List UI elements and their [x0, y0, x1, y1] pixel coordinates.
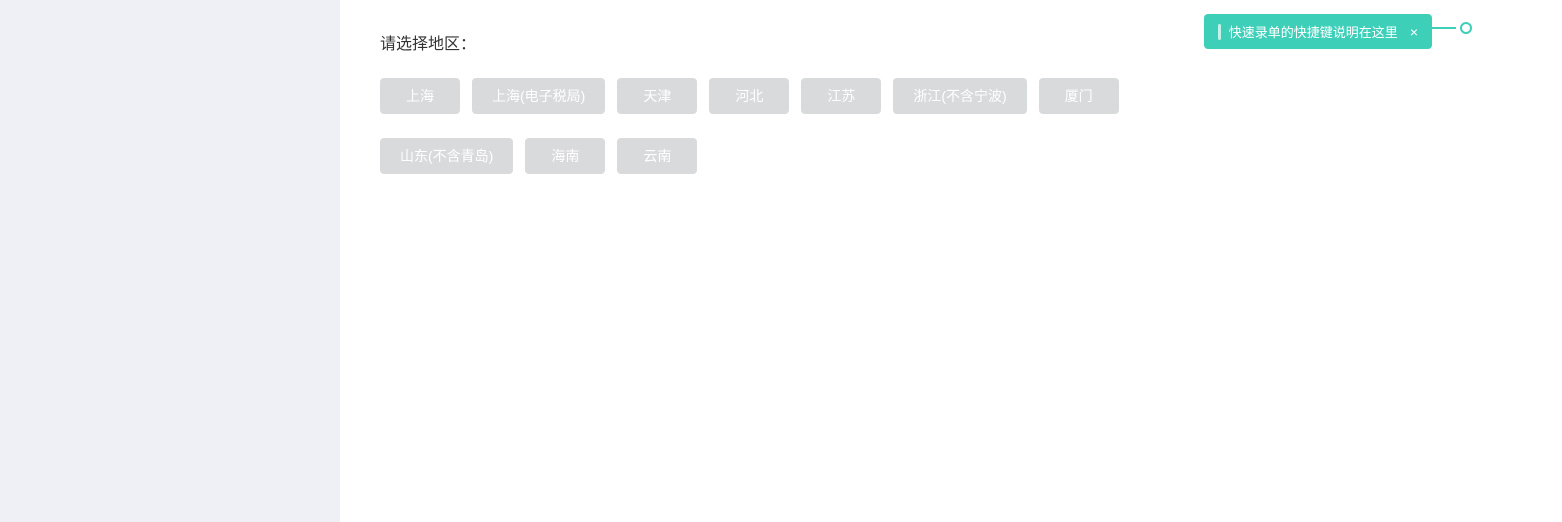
- region-buttons-container: 上海 上海(电子税局) 天津 河北 江苏 浙江(不含宁波) 厦门 山东(不含青岛…: [380, 78, 1522, 174]
- region-btn-shanghai-etax[interactable]: 上海(电子税局): [472, 78, 605, 114]
- tooltip-bar: [1218, 24, 1221, 40]
- region-btn-xiamen[interactable]: 厦门: [1039, 78, 1119, 114]
- dot-connector: [1460, 22, 1472, 34]
- region-btn-shandong[interactable]: 山东(不含青岛): [380, 138, 513, 174]
- tooltip-text: 快速录单的快捷键说明在这里: [1229, 22, 1398, 41]
- tooltip-banner: 快速录单的快捷键说明在这里 ×: [1204, 14, 1432, 49]
- main-content: 请选择地区： 上海 上海(电子税局) 天津 河北 江苏 浙江(不含宁波) 厦门 …: [340, 0, 1562, 522]
- region-btn-zhejiang[interactable]: 浙江(不含宁波): [893, 78, 1026, 114]
- region-btn-jiangsu[interactable]: 江苏: [801, 78, 881, 114]
- left-sidebar: [0, 0, 340, 522]
- region-btn-hainan[interactable]: 海南: [525, 138, 605, 174]
- region-btn-tianjin[interactable]: 天津: [617, 78, 697, 114]
- region-btn-yunnan[interactable]: 云南: [617, 138, 697, 174]
- region-btn-hebei[interactable]: 河北: [709, 78, 789, 114]
- tooltip-close-button[interactable]: ×: [1410, 24, 1418, 40]
- region-btn-shanghai[interactable]: 上海: [380, 78, 460, 114]
